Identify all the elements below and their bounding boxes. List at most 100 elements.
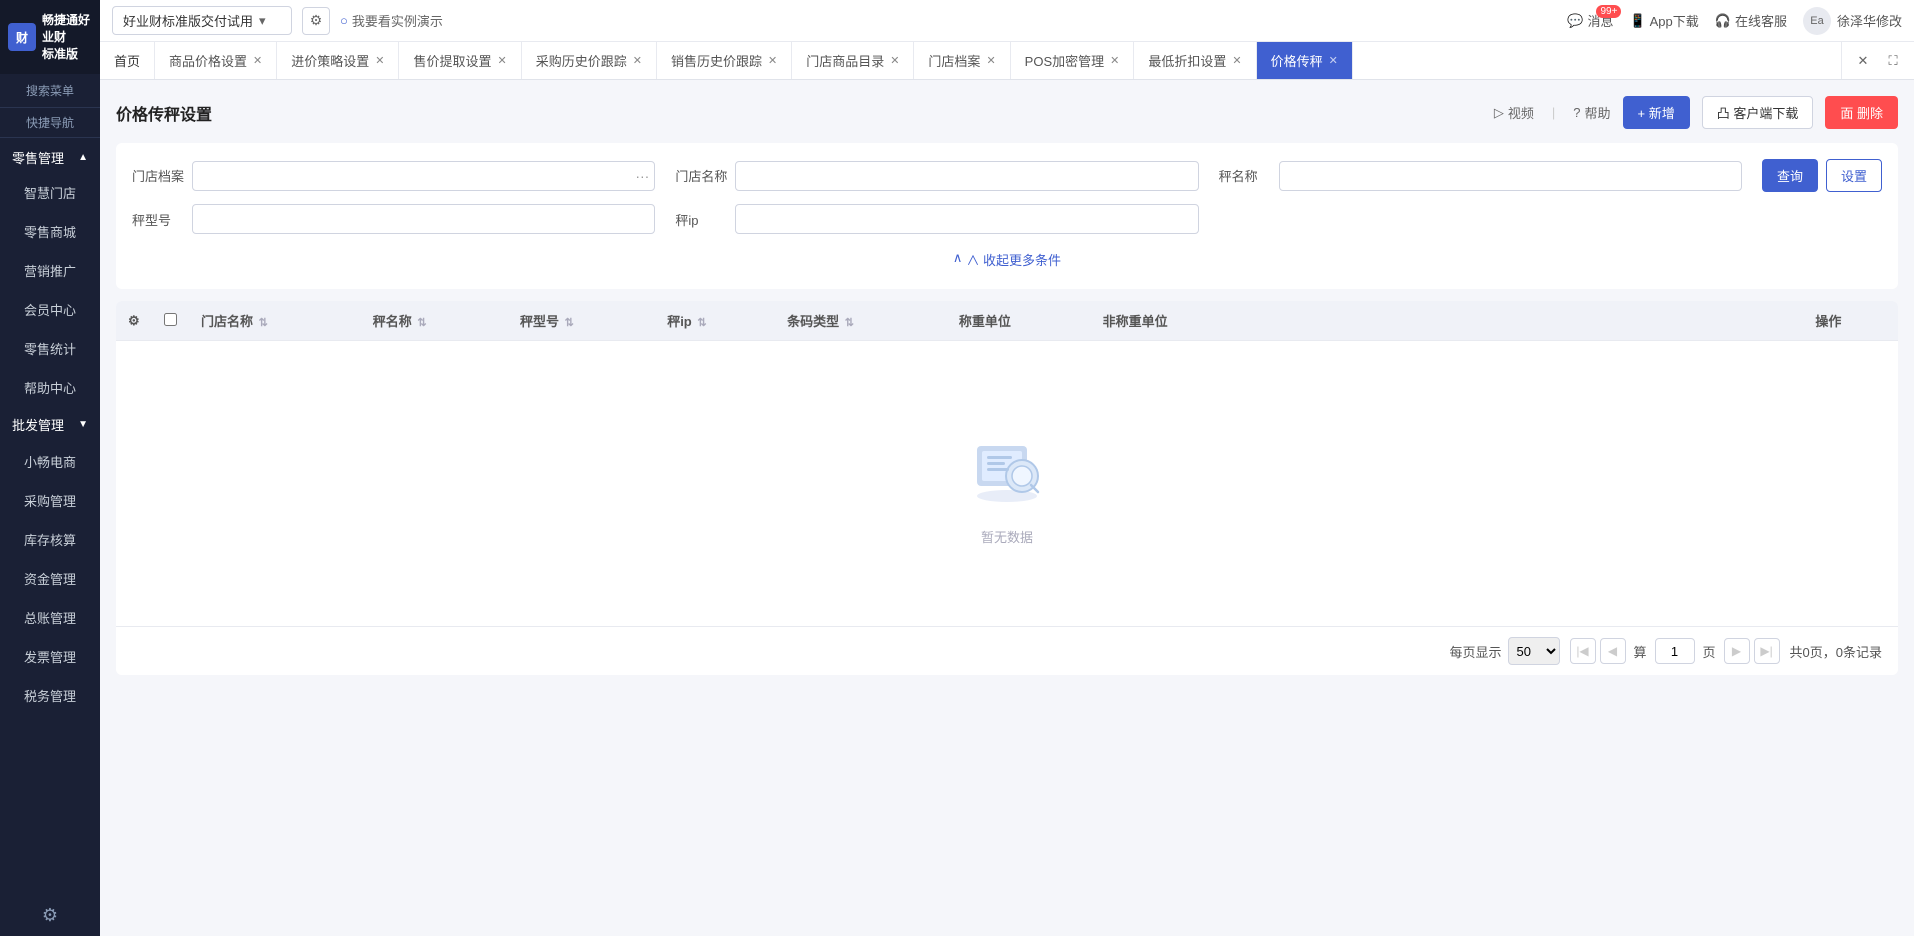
sidebar-item-general-ledger[interactable]: 总账管理 — [0, 598, 100, 637]
demo-label: 我要看实例演示 — [352, 11, 443, 30]
online-service-button[interactable]: 🎧 在线客服 — [1715, 11, 1787, 30]
scale-model-input[interactable] — [192, 204, 655, 234]
tab-min-discount[interactable]: 最低折扣设置 ✕ — [1134, 42, 1256, 79]
th-weight-unit: 称重单位 — [947, 301, 1091, 341]
tab-close-button[interactable]: ✕ — [1852, 50, 1874, 72]
sidebar-item-tax[interactable]: 税务管理 — [0, 676, 100, 715]
tab-sale-history[interactable]: 销售历史价跟踪 ✕ — [657, 42, 792, 79]
delete-button[interactable]: 面 删除 — [1825, 96, 1898, 129]
app-download-button[interactable]: 📱 App下载 — [1629, 11, 1698, 30]
user-initial: Ea — [1810, 15, 1823, 27]
sidebar-wholesale-section[interactable]: 批发管理 ▼ — [0, 407, 100, 442]
sort-scale-ip-icon[interactable]: ⇅ — [697, 317, 706, 329]
tab-maximize-button[interactable]: ⛶ — [1882, 50, 1904, 72]
page-input[interactable] — [1655, 638, 1695, 664]
version-selector[interactable]: 好业财标准版交付试用 ▾ — [112, 6, 292, 35]
sidebar-item-smart-store[interactable]: 智慧门店 — [0, 173, 100, 212]
th-checkbox[interactable] — [152, 301, 189, 341]
th-scale-name: 秤名称 ⇅ — [361, 301, 508, 341]
page-actions: ▷ 视频 | ? 帮助 + 新增 凸 客户端下载 面 删除 — [1494, 96, 1898, 129]
sidebar-quick-nav[interactable]: 快捷导航 — [0, 108, 100, 138]
tab-min-discount-close[interactable]: ✕ — [1232, 54, 1241, 67]
form-item-scale-model: 秤型号 — [132, 204, 655, 234]
video-link[interactable]: ▷ 视频 — [1494, 103, 1534, 122]
tab-store-catalog[interactable]: 门店商品目录 ✕ — [792, 42, 914, 79]
pagination-bar: 每页显示 10 20 50 100 |◀ ◀ 算 页 ▶ ▶| — [116, 626, 1898, 675]
sidebar-item-help[interactable]: 帮助中心 — [0, 368, 100, 407]
page-header: 价格传秤设置 ▷ 视频 | ? 帮助 + 新增 凸 客户端下载 面 — [116, 96, 1898, 129]
sidebar-item-retail-stats[interactable]: 零售统计 — [0, 329, 100, 368]
user-avatar: Ea — [1803, 7, 1831, 35]
tab-pos-manage-close[interactable]: ✕ — [1110, 54, 1119, 67]
scale-ip-label: 秤ip — [675, 210, 727, 229]
tab-sale-history-close[interactable]: ✕ — [768, 54, 777, 67]
sidebar-item-invoice[interactable]: 发票管理 — [0, 637, 100, 676]
th-settings[interactable]: ⚙ — [116, 301, 152, 341]
tab-store-archive-label: 门店档案 — [928, 51, 980, 70]
sort-scale-model-icon[interactable]: ⇅ — [565, 317, 574, 329]
next-page-button[interactable]: ▶ — [1724, 638, 1750, 664]
scale-ip-input[interactable] — [735, 204, 1198, 234]
prev-page-button[interactable]: ◀ — [1600, 638, 1626, 664]
help-link[interactable]: ? 帮助 — [1573, 103, 1610, 122]
store-archive-icon-btn[interactable]: ··· — [635, 168, 649, 184]
tab-purchase-strategy[interactable]: 进价策略设置 ✕ — [277, 42, 399, 79]
sidebar-item-marketing[interactable]: 营销推广 — [0, 251, 100, 290]
tab-store-archive-close[interactable]: ✕ — [986, 54, 995, 67]
user-menu-button[interactable]: Ea 徐泽华修改 — [1803, 7, 1902, 35]
store-name-input[interactable] — [735, 161, 1198, 191]
tab-store-catalog-close[interactable]: ✕ — [890, 54, 899, 67]
wholesale-expand-icon: ▼ — [78, 419, 88, 430]
select-all-checkbox[interactable] — [164, 313, 177, 326]
sidebar-item-inventory[interactable]: 库存核算 — [0, 520, 100, 559]
tab-purchase-history[interactable]: 采购历史价跟踪 ✕ — [522, 42, 657, 79]
first-page-button[interactable]: |◀ — [1570, 638, 1596, 664]
settings-form-button[interactable]: 设置 — [1826, 159, 1882, 192]
collapse-icon: ∧ — [953, 250, 963, 269]
demo-button[interactable]: ○ 我要看实例演示 — [340, 11, 443, 30]
tab-goods-price-close[interactable]: ✕ — [253, 54, 262, 67]
tab-sale-price-close[interactable]: ✕ — [498, 54, 507, 67]
sort-store-name-icon[interactable]: ⇅ — [259, 317, 268, 329]
th-barcode-type: 条码类型 ⇅ — [775, 301, 947, 341]
tab-sale-price[interactable]: 售价提取设置 ✕ — [399, 42, 521, 79]
sidebar-item-retail-mall[interactable]: 零售商城 — [0, 212, 100, 251]
query-button[interactable]: 查询 — [1762, 159, 1818, 192]
page-nav: |◀ ◀ 算 页 ▶ ▶| — [1570, 638, 1780, 664]
tab-home[interactable]: 首页 — [100, 42, 155, 79]
tab-pos-manage[interactable]: POS加密管理 ✕ — [1011, 42, 1135, 79]
store-archive-input[interactable] — [192, 161, 655, 191]
tab-price-scale-label: 价格传秤 — [1271, 51, 1323, 70]
sort-scale-name-icon[interactable]: ⇅ — [417, 317, 426, 329]
tab-store-archive[interactable]: 门店档案 ✕ — [914, 42, 1010, 79]
sidebar-item-member[interactable]: 会员中心 — [0, 290, 100, 329]
per-page-select[interactable]: 10 20 50 100 — [1508, 637, 1560, 665]
data-table: ⚙ 门店名称 ⇅ 秤名称 ⇅ — [116, 301, 1898, 626]
form-item-store-name: 门店名称 — [675, 161, 1198, 191]
scale-name-input[interactable] — [1279, 161, 1742, 191]
sidebar-item-purchase[interactable]: 采购管理 — [0, 481, 100, 520]
sidebar-item-xiaochu[interactable]: 小畅电商 — [0, 442, 100, 481]
per-page-label: 每页显示 — [1449, 642, 1501, 661]
main-area: 好业财标准版交付试用 ▾ ⚙ ○ 我要看实例演示 💬 消息 99+ 📱 App下… — [100, 0, 1914, 936]
tab-price-scale[interactable]: 价格传秤 ✕ — [1257, 42, 1353, 79]
download-client-button[interactable]: 凸 客户端下载 — [1702, 96, 1814, 129]
sidebar-item-finance[interactable]: 资金管理 — [0, 559, 100, 598]
sidebar-bottom-settings[interactable]: ⚙ — [0, 895, 100, 936]
topbar-settings-button[interactable]: ⚙ — [302, 7, 330, 35]
message-button[interactable]: 💬 消息 99+ — [1567, 11, 1613, 30]
tab-price-scale-close[interactable]: ✕ — [1329, 54, 1338, 67]
page-title: 价格传秤设置 — [116, 101, 212, 125]
add-button[interactable]: + 新增 — [1623, 96, 1690, 129]
online-service-label: 在线客服 — [1735, 11, 1787, 30]
topbar-settings-icon: ⚙ — [310, 12, 323, 29]
tab-purchase-history-close[interactable]: ✕ — [633, 54, 642, 67]
sort-barcode-type-icon[interactable]: ⇅ — [845, 317, 854, 329]
sidebar-search-menu[interactable]: 搜索菜单 — [0, 74, 100, 108]
sidebar-retail-section[interactable]: 零售管理 ▲ — [0, 138, 100, 173]
last-page-button[interactable]: ▶| — [1754, 638, 1780, 664]
collapse-bar[interactable]: ∧ ∧ 收起更多条件 — [132, 246, 1882, 273]
tab-goods-price[interactable]: 商品价格设置 ✕ — [155, 42, 277, 79]
tab-purchase-strategy-close[interactable]: ✕ — [375, 54, 384, 67]
video-label: 视频 — [1508, 103, 1534, 122]
